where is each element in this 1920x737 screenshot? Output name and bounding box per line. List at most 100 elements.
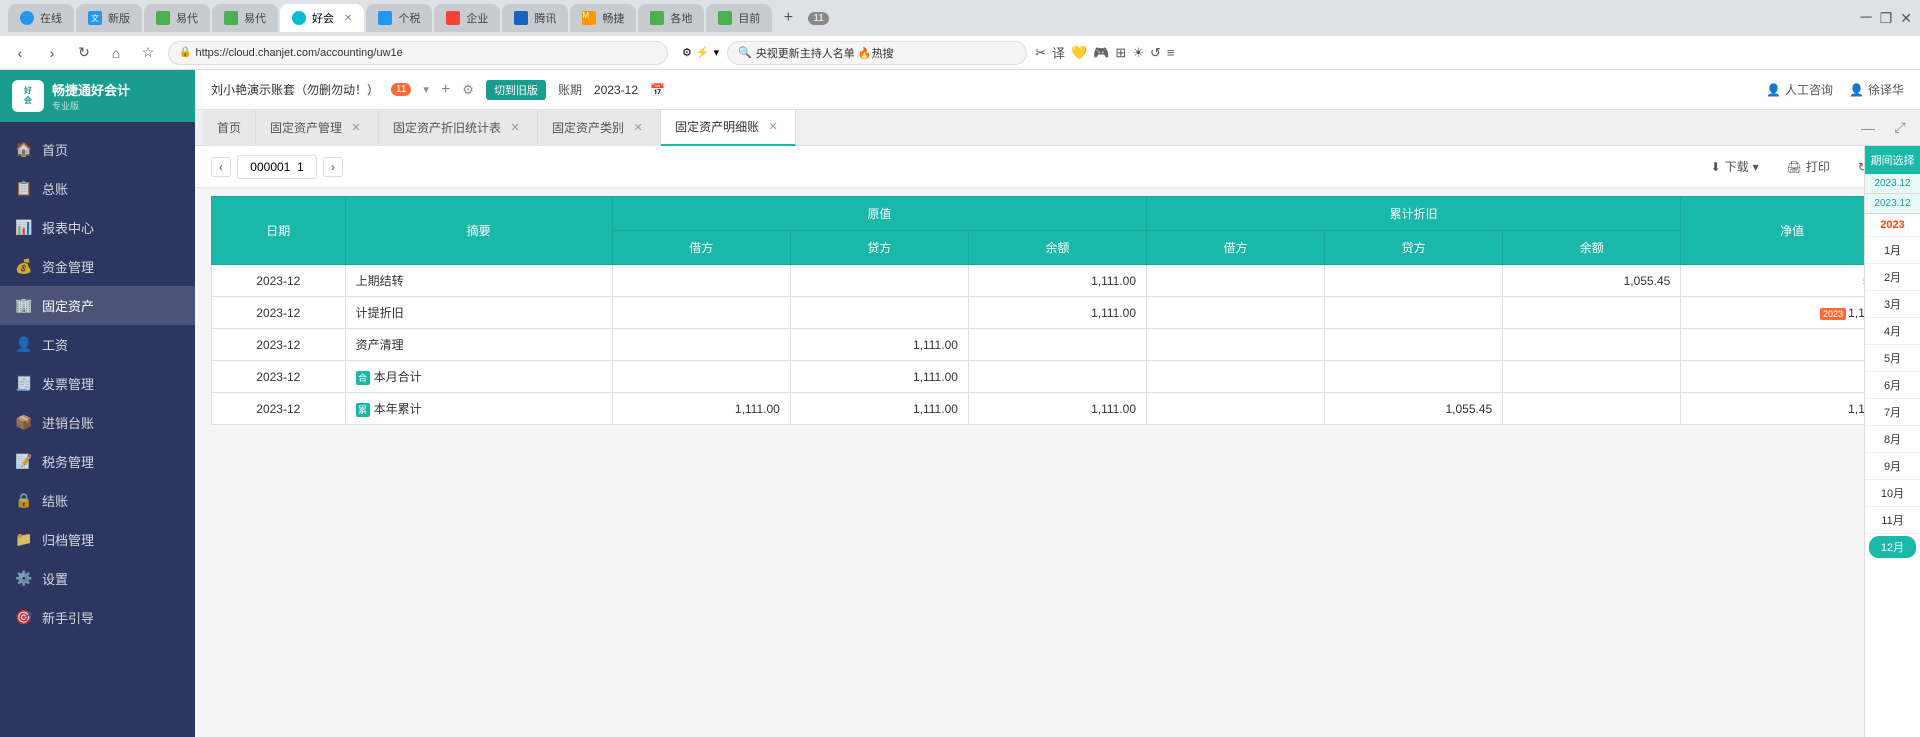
row-1-orig-balance: 1,111.00 <box>968 297 1146 329</box>
row-4-orig-balance: 1,111.00 <box>968 393 1146 425</box>
period-month-7[interactable]: 7月 <box>1865 399 1920 426</box>
sidebar-item-reports[interactable]: 📊 报表中心 <box>0 208 195 247</box>
print-btn[interactable]: 🖨 打印 <box>1779 154 1838 179</box>
table-row: 2023-12 累本年累计 1,111.00 1,111.00 1,111.00… <box>212 393 1904 425</box>
sidebar-item-payroll[interactable]: 👤 工资 <box>0 325 195 364</box>
window-close[interactable]: ✕ <box>1900 10 1912 27</box>
download-btn[interactable]: ⬇ 下载 ▾ <box>1703 154 1767 179</box>
address-bar[interactable]: 🔒 https://cloud.chanjet.com/accounting/u… <box>168 41 668 65</box>
row-0-accum-debit <box>1147 265 1325 297</box>
extension-2[interactable]: ⚡ <box>696 46 710 59</box>
browser-tab-11[interactable]: 目前 <box>706 4 772 32</box>
sidebar-item-fixed-assets[interactable]: 🏢 固定资产 <box>0 286 195 325</box>
browser-tab-7[interactable]: 企业 <box>434 4 500 32</box>
page-tab-depreciation-stats[interactable]: 固定资产折旧统计表 ✕ <box>379 110 538 146</box>
home-button[interactable]: ⌂ <box>104 41 128 65</box>
settings-account-btn[interactable]: ⚙ <box>462 82 474 98</box>
scissors-icon[interactable]: ✂ <box>1035 45 1046 61</box>
period-month-1[interactable]: 1月 <box>1865 237 1920 264</box>
reload-button[interactable]: ↻ <box>72 41 96 65</box>
sidebar-item-ledger[interactable]: 📋 总账 <box>0 169 195 208</box>
row-0-summary: 上期结转 <box>345 265 612 297</box>
browser-tab-4[interactable]: 易代 <box>212 4 278 32</box>
prev-page-btn[interactable]: ‹ <box>211 157 231 177</box>
period-month-11[interactable]: 11月 <box>1865 507 1920 534</box>
period-month-3[interactable]: 3月 <box>1865 291 1920 318</box>
browser-tab-5-close[interactable]: ✕ <box>344 13 352 24</box>
sidebar-item-guide[interactable]: 🎯 新手引导 <box>0 598 195 637</box>
translate-icon[interactable]: 译 <box>1052 43 1065 62</box>
calendar-icon[interactable]: 📅 <box>650 83 665 97</box>
panel-maximize-btn[interactable]: ⤢ <box>1888 116 1912 140</box>
brightness-icon[interactable]: ☀ <box>1132 45 1144 61</box>
next-page-btn[interactable]: › <box>323 157 343 177</box>
row-0-orig-balance: 1,111.00 <box>968 265 1146 297</box>
page-tab-home[interactable]: 首页 <box>203 110 256 146</box>
history-icon[interactable]: ↺ <box>1150 45 1161 61</box>
address-dropdown[interactable]: ▾ <box>714 46 720 59</box>
wallet-icon[interactable]: 💛 <box>1071 45 1087 61</box>
user-avatar-icon: 👤 <box>1849 83 1864 97</box>
page-input[interactable] <box>237 155 317 179</box>
extension-1[interactable]: ⚙ <box>682 46 692 59</box>
row-4-accum-balance <box>1503 393 1681 425</box>
panel-minimize-btn[interactable]: — <box>1856 116 1880 140</box>
page-tab-asset-detail[interactable]: 固定资产明细账 ✕ <box>661 110 796 146</box>
browser-tab-1[interactable]: 在线 <box>8 4 74 32</box>
browser-tab-3[interactable]: 易代 <box>144 4 210 32</box>
sidebar-item-home[interactable]: 🏠 首页 <box>0 130 195 169</box>
back-button[interactable]: ‹ <box>8 41 32 65</box>
app-container: 好会 畅捷通好会计 专业版 🏠 首页 📋 总账 📊 报表中心 💰 资金 <box>0 70 1920 737</box>
period-month-8[interactable]: 8月 <box>1865 426 1920 453</box>
period-month-10[interactable]: 10月 <box>1865 480 1920 507</box>
menu-icon[interactable]: ≡ <box>1167 45 1175 60</box>
add-account-btn[interactable]: + <box>441 81 450 99</box>
sidebar-item-inventory[interactable]: 📦 进销台账 <box>0 403 195 442</box>
search-icon: 🔍 <box>738 46 752 59</box>
browser-tab-10[interactable]: 各地 <box>638 4 704 32</box>
user-btn[interactable]: 👤 徐译华 <box>1849 81 1904 98</box>
sidebar-item-tax[interactable]: 📝 税务管理 <box>0 442 195 481</box>
table-row: 2023-12 上期结转 1,111.00 1,055.45 55.55 <box>212 265 1904 297</box>
new-tab-button[interactable]: + <box>774 4 802 32</box>
row-4-accum-credit: 1,055.45 <box>1325 393 1503 425</box>
period-month-12[interactable]: 12月 <box>1869 536 1916 559</box>
page-tab-asset-category[interactable]: 固定资产类别 ✕ <box>538 110 661 146</box>
forward-button[interactable]: › <box>40 41 64 65</box>
sidebar-item-settings[interactable]: ⚙️ 设置 <box>0 559 195 598</box>
sidebar-item-funds[interactable]: 💰 资金管理 <box>0 247 195 286</box>
game-icon[interactable]: 🎮 <box>1093 45 1109 61</box>
page-tab-depreciation-stats-close[interactable]: ✕ <box>507 120 523 136</box>
browser-tab-6[interactable]: 个税 <box>366 4 432 32</box>
bookmark-button[interactable]: ☆ <box>136 41 160 65</box>
browser-tab-5[interactable]: 好会 ✕ <box>280 4 364 32</box>
period-year-2023[interactable]: 2023 <box>1865 214 1920 237</box>
period-month-9[interactable]: 9月 <box>1865 453 1920 480</box>
page-tab-asset-category-close[interactable]: ✕ <box>630 120 646 136</box>
page-tab-asset-detail-close[interactable]: ✕ <box>765 119 781 135</box>
search-bar[interactable]: 🔍 央视更新主持人名单 🔥热搜 <box>727 41 1027 65</box>
period-month-5[interactable]: 5月 <box>1865 345 1920 372</box>
period-month-4[interactable]: 4月 <box>1865 318 1920 345</box>
sidebar-item-funds-label: 资金管理 <box>42 257 94 276</box>
window-minimize[interactable]: ─ <box>1860 9 1871 27</box>
sidebar-item-archive[interactable]: 📁 归档管理 <box>0 520 195 559</box>
period-month-2[interactable]: 2月 <box>1865 264 1920 291</box>
window-restore[interactable]: ❒ <box>1880 10 1893 27</box>
page-tab-fixed-mgmt[interactable]: 固定资产管理 ✕ <box>256 110 379 146</box>
browser-tab-2[interactable]: 文 新版 <box>76 4 142 32</box>
grid-icon[interactable]: ⊞ <box>1115 45 1126 61</box>
dropdown-arrow[interactable]: ▾ <box>423 83 429 96</box>
browser-tab-9[interactable]: M 畅捷 <box>570 4 636 32</box>
sidebar-item-tax-label: 税务管理 <box>42 452 94 471</box>
period-month-6[interactable]: 6月 <box>1865 372 1920 399</box>
table-period-container: 日期 摘要 原值 累计折旧 净值 借方 贷方 余额 借方 <box>195 188 1920 737</box>
tax-icon: 📝 <box>16 454 32 470</box>
sidebar-item-closing-label: 结账 <box>42 491 68 510</box>
browser-tab-8[interactable]: 腾讯 <box>502 4 568 32</box>
sidebar-item-closing[interactable]: 🔒 结账 <box>0 481 195 520</box>
switch-version-btn[interactable]: 切到旧版 <box>486 80 546 100</box>
service-btn[interactable]: 👤 人工咨询 <box>1766 81 1833 98</box>
sidebar-item-invoices[interactable]: 🧾 发票管理 <box>0 364 195 403</box>
page-tab-fixed-mgmt-close[interactable]: ✕ <box>348 120 364 136</box>
